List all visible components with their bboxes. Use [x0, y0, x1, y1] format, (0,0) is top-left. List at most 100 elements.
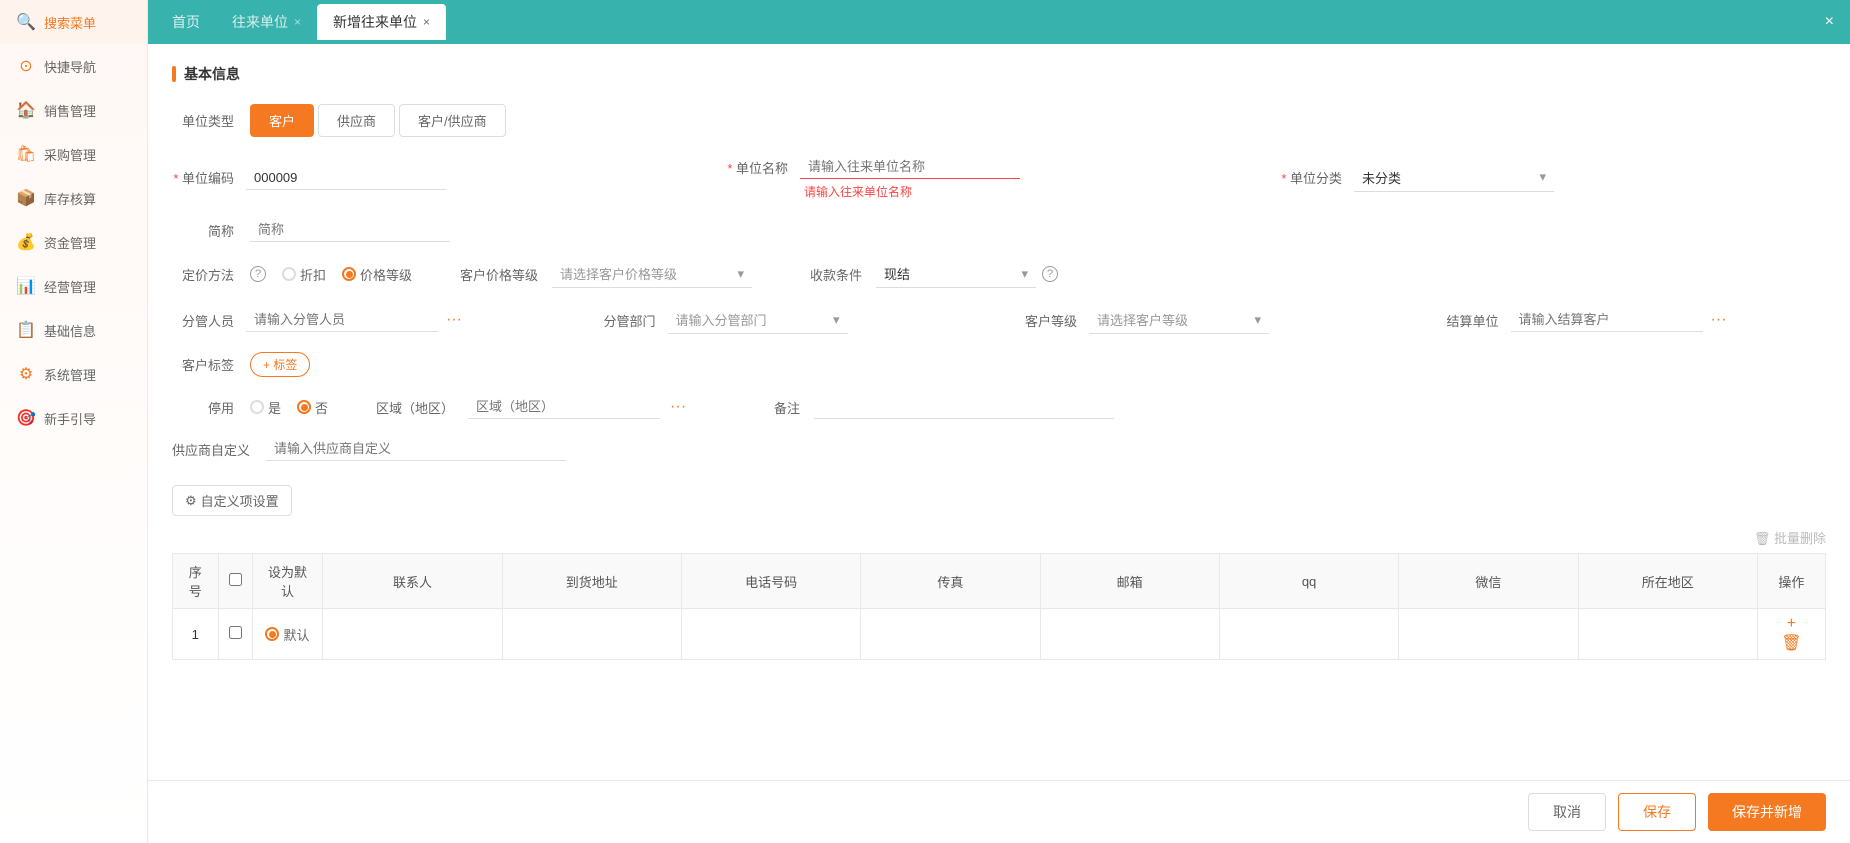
unit-type-btn-group: 客户 供应商 客户/供应商	[250, 104, 506, 137]
sidebar-item-operations[interactable]: 📊 经营管理	[0, 264, 147, 308]
save-button[interactable]: 保存	[1618, 793, 1696, 831]
pricing-help-icon[interactable]: ?	[250, 266, 266, 282]
sidebar-label-operations: 经营管理	[44, 277, 96, 296]
row-region-input[interactable]	[1589, 627, 1747, 642]
custom-settings-btn[interactable]: ⚙ 自定义项设置	[172, 485, 292, 516]
settlement-input[interactable]	[1511, 308, 1703, 332]
btn-customer[interactable]: 客户	[250, 104, 314, 137]
disabled-row: 停用 是 否 区域（地区） ··· 备注	[172, 395, 1826, 419]
col-wechat: 微信	[1399, 554, 1578, 609]
radio-price-level[interactable]: 价格等级	[342, 265, 412, 284]
radio-yes[interactable]: 是	[250, 398, 281, 417]
sidebar-item-system[interactable]: ⚙ 系统管理	[0, 352, 147, 396]
dept-col: 分管部门 请输入分管部门	[594, 306, 984, 334]
btn-supplier[interactable]: 供应商	[318, 104, 395, 137]
pricing-row: 定价方法 ? 折扣 价格等级 客户价格等级 请选择客户价格等级	[172, 260, 1826, 288]
row-add-btn[interactable]: +	[1783, 615, 1800, 632]
sidebar-item-search[interactable]: 🔍 搜索菜单	[0, 0, 147, 44]
radio-no[interactable]: 否	[297, 398, 328, 417]
row-delete-btn[interactable]: 🗑	[1777, 635, 1805, 652]
sidebar-label-system: 系统管理	[44, 365, 96, 384]
row-fax-input[interactable]	[871, 627, 1029, 642]
payment-terms-select[interactable]: 现结	[876, 260, 1036, 288]
unit-code-input[interactable]	[246, 166, 446, 190]
supervisor-more-btn[interactable]: ···	[442, 311, 466, 329]
remark-label: 备注	[738, 398, 808, 417]
cancel-button[interactable]: 取消	[1528, 793, 1606, 831]
unit-category-chevron	[1539, 169, 1546, 185]
btn-both[interactable]: 客户/供应商	[399, 104, 506, 137]
sidebar-label-sales: 销售管理	[44, 101, 96, 120]
col-action: 操作	[1757, 554, 1825, 609]
customer-price-select[interactable]: 请选择客户价格等级	[552, 260, 752, 288]
quicknav-icon: ⊙	[16, 56, 36, 76]
row-region	[1578, 609, 1757, 660]
unit-category-col: 单位分类 未分类	[1280, 164, 1826, 192]
sidebar-item-guide[interactable]: 🎯 新手引导	[0, 396, 147, 440]
pricing-label: 定价方法	[172, 265, 242, 284]
sidebar-label-quicknav: 快捷导航	[44, 57, 96, 76]
customer-level-select[interactable]: 请选择客户等级	[1089, 306, 1269, 334]
region-more-btn[interactable]: ···	[666, 398, 690, 416]
row-phone-input[interactable]	[692, 627, 850, 642]
dept-select[interactable]: 请输入分管部门	[668, 306, 848, 334]
row-address-input[interactable]	[513, 627, 671, 642]
customer-price-chevron	[738, 266, 745, 282]
region-input[interactable]	[468, 395, 660, 419]
supervisor-col: 分管人员 ···	[172, 308, 562, 332]
customer-level-label: 客户等级	[1015, 311, 1085, 330]
remark-input[interactable]	[814, 395, 1114, 419]
unit-category-select[interactable]: 未分类	[1354, 164, 1554, 192]
sidebar-item-quicknav[interactable]: ⊙ 快捷导航	[0, 44, 147, 88]
short-name-input[interactable]	[250, 218, 450, 242]
dept-placeholder: 请输入分管部门	[676, 310, 767, 329]
supplier-custom-input[interactable]	[266, 437, 566, 461]
radio-no-label: 否	[315, 398, 328, 417]
sidebar-item-finance[interactable]: 💰 资金管理	[0, 220, 147, 264]
row-default-label: 默认	[283, 625, 309, 644]
tab-new-counterparty[interactable]: 新增往来单位 ×	[317, 4, 446, 40]
supervisor-input[interactable]	[246, 308, 438, 332]
radio-discount[interactable]: 折扣	[282, 265, 326, 284]
select-all-checkbox[interactable]	[229, 573, 242, 586]
payment-terms-help-icon[interactable]: ?	[1042, 266, 1058, 282]
save-new-button[interactable]: 保存并新增	[1708, 793, 1826, 831]
tab-home[interactable]: 首页	[156, 4, 216, 40]
customer-tag-label: 客户标签	[172, 355, 242, 374]
radio-price-level-circle	[342, 267, 356, 281]
supervisor-row: 分管人员 ··· 分管部门 请输入分管部门 客户等级 请选择客户等级 结算单位	[172, 306, 1826, 334]
sidebar-item-sales[interactable]: 🏠 销售管理	[0, 88, 147, 132]
close-all-tabs[interactable]: ×	[1817, 9, 1842, 35]
row-wechat-input[interactable]	[1409, 627, 1567, 642]
sidebar-item-inventory[interactable]: 📦 库存核算	[0, 176, 147, 220]
row-email-input[interactable]	[1051, 627, 1209, 642]
batch-delete-label[interactable]: 批量删除	[1774, 531, 1826, 546]
system-icon: ⚙	[16, 364, 36, 384]
row-select-checkbox[interactable]	[229, 626, 242, 639]
tag-add-button[interactable]: + 标签	[250, 352, 310, 377]
region-label: 区域（地区）	[376, 398, 462, 417]
section-title: 基本信息	[184, 64, 240, 84]
tab-new-counterparty-label: 新增往来单位	[333, 12, 417, 32]
sidebar-item-purchase[interactable]: 🛍 采购管理	[0, 132, 147, 176]
row-qq-input[interactable]	[1230, 627, 1388, 642]
tab-new-counterparty-close[interactable]: ×	[423, 15, 430, 29]
tag-add-label: + 标签	[263, 356, 297, 373]
radio-price-level-label: 价格等级	[360, 265, 412, 284]
radio-yes-label: 是	[268, 398, 281, 417]
tab-counterparty[interactable]: 往来单位 ×	[216, 4, 317, 40]
col-phone: 电话号码	[681, 554, 860, 609]
settlement-more-btn[interactable]: ···	[1707, 311, 1731, 329]
inventory-icon: 📦	[16, 188, 36, 208]
row-contact-input[interactable]	[333, 627, 491, 642]
tab-counterparty-close[interactable]: ×	[294, 15, 301, 29]
unit-name-input[interactable]	[800, 155, 1020, 179]
col-email: 邮箱	[1040, 554, 1219, 609]
payment-terms-value: 现结	[884, 264, 910, 283]
sidebar-label-basic: 基础信息	[44, 321, 96, 340]
sidebar-item-basic[interactable]: 📋 基础信息	[0, 308, 147, 352]
dept-chevron	[833, 312, 840, 328]
row-default-radio[interactable]: 默认	[263, 625, 313, 644]
row-qq	[1219, 609, 1398, 660]
sidebar-label-search: 搜索菜单	[44, 13, 96, 32]
